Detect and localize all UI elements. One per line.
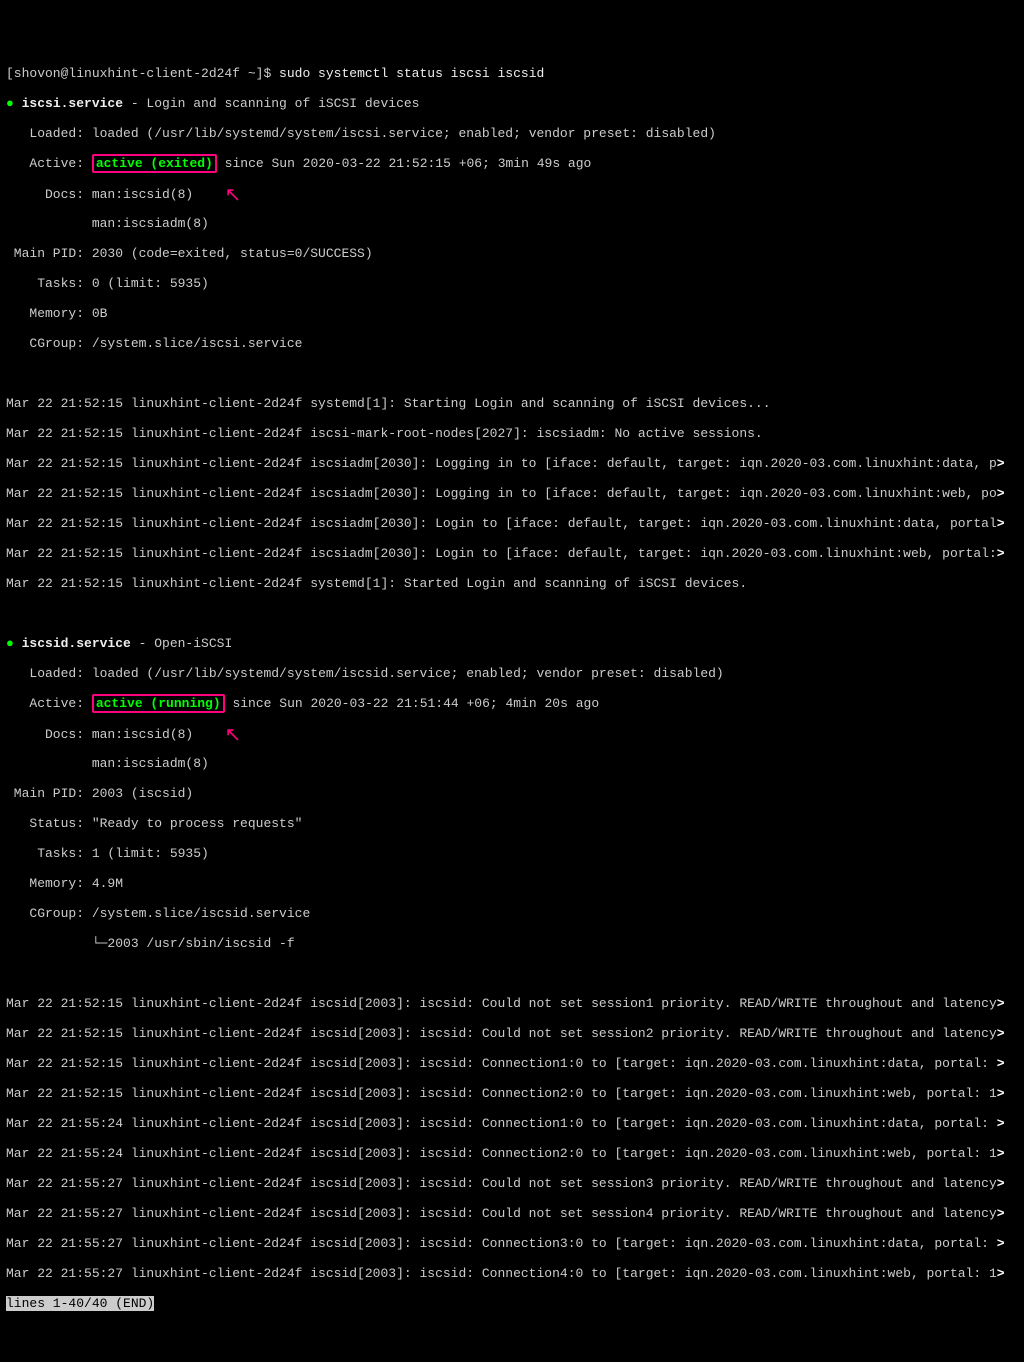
log-line: Mar 22 21:55:24 linuxhint-client-2d24f i… xyxy=(6,1146,1018,1161)
log-line: Mar 22 21:52:15 linuxhint-client-2d24f i… xyxy=(6,516,1018,531)
log-line: Mar 22 21:55:27 linuxhint-client-2d24f i… xyxy=(6,1176,1018,1191)
blank-line xyxy=(6,606,1018,621)
active-state-highlight: active (exited) xyxy=(92,154,217,173)
service-header: ● iscsid.service - Open-iSCSI xyxy=(6,636,1018,651)
continuation-icon: > xyxy=(997,1206,1005,1221)
log-line: Mar 22 21:52:15 linuxhint-client-2d24f i… xyxy=(6,426,1018,441)
continuation-icon: > xyxy=(997,1146,1005,1161)
docs-line: Docs: man:iscsid(8) ↖ xyxy=(6,726,1018,741)
docs-line2: man:iscsiadm(8) xyxy=(6,756,1018,771)
prompt-userhost: [shovon@linuxhint-client-2d24f ~]$ xyxy=(6,66,271,81)
continuation-icon: > xyxy=(997,1266,1005,1281)
log-line: Mar 22 21:52:15 linuxhint-client-2d24f i… xyxy=(6,1086,1018,1101)
log-line: Mar 22 21:55:27 linuxhint-client-2d24f i… xyxy=(6,1236,1018,1251)
continuation-icon: > xyxy=(997,546,1005,561)
mainpid-line: Main PID: 2030 (code=exited, status=0/SU… xyxy=(6,246,1018,261)
active-line: Active: active (exited) since Sun 2020-0… xyxy=(6,156,1018,171)
loaded-line: Loaded: loaded (/usr/lib/systemd/system/… xyxy=(6,666,1018,681)
arrow-icon: ↖ xyxy=(224,725,241,748)
log-line: Mar 22 21:52:15 linuxhint-client-2d24f i… xyxy=(6,996,1018,1011)
service-desc: - Login and scanning of iSCSI devices xyxy=(123,96,419,111)
cgroup-line: CGroup: /system.slice/iscsid.service xyxy=(6,906,1018,921)
continuation-icon: > xyxy=(997,456,1005,471)
log-line: Mar 22 21:52:15 linuxhint-client-2d24f i… xyxy=(6,1056,1018,1071)
active-state-highlight: active (running) xyxy=(92,694,225,713)
continuation-icon: > xyxy=(997,1236,1005,1251)
prompt-line: [shovon@linuxhint-client-2d24f ~]$ sudo … xyxy=(6,66,1018,81)
service-name: iscsi.service xyxy=(22,96,123,111)
cgroup-line: CGroup: /system.slice/iscsi.service xyxy=(6,336,1018,351)
docs-line2: man:iscsiadm(8) xyxy=(6,216,1018,231)
log-line: Mar 22 21:55:27 linuxhint-client-2d24f i… xyxy=(6,1206,1018,1221)
memory-line: Memory: 4.9M xyxy=(6,876,1018,891)
continuation-icon: > xyxy=(997,486,1005,501)
blank-line xyxy=(6,966,1018,981)
service-name: iscsid.service xyxy=(22,636,131,651)
arrow-icon: ↖ xyxy=(224,185,241,208)
cgroup-child-line: └─2003 /usr/sbin/iscsid -f xyxy=(6,936,1018,951)
log-line: Mar 22 21:52:15 linuxhint-client-2d24f i… xyxy=(6,1026,1018,1041)
continuation-icon: > xyxy=(997,1116,1005,1131)
continuation-icon: > xyxy=(997,1086,1005,1101)
service-desc: - Open-iSCSI xyxy=(131,636,232,651)
active-line: Active: active (running) since Sun 2020-… xyxy=(6,696,1018,711)
tasks-line: Tasks: 0 (limit: 5935) xyxy=(6,276,1018,291)
tasks-line: Tasks: 1 (limit: 5935) xyxy=(6,846,1018,861)
loaded-line: Loaded: loaded (/usr/lib/systemd/system/… xyxy=(6,126,1018,141)
log-line: Mar 22 21:52:15 linuxhint-client-2d24f i… xyxy=(6,546,1018,561)
service-header: ● iscsi.service - Login and scanning of … xyxy=(6,96,1018,111)
continuation-icon: > xyxy=(997,1176,1005,1191)
bullet-icon: ● xyxy=(6,636,22,651)
memory-line: Memory: 0B xyxy=(6,306,1018,321)
log-line: Mar 22 21:52:15 linuxhint-client-2d24f s… xyxy=(6,576,1018,591)
continuation-icon: > xyxy=(997,996,1005,1011)
status-line: Status: "Ready to process requests" xyxy=(6,816,1018,831)
log-line: Mar 22 21:55:27 linuxhint-client-2d24f i… xyxy=(6,1266,1018,1281)
pager-status[interactable]: lines 1-40/40 (END) xyxy=(6,1296,1018,1311)
continuation-icon: > xyxy=(997,516,1005,531)
continuation-icon: > xyxy=(997,1026,1005,1041)
blank-line xyxy=(6,366,1018,381)
log-line: Mar 22 21:52:15 linuxhint-client-2d24f i… xyxy=(6,486,1018,501)
mainpid-line: Main PID: 2003 (iscsid) xyxy=(6,786,1018,801)
docs-line: Docs: man:iscsid(8) ↖ xyxy=(6,186,1018,201)
log-line: Mar 22 21:52:15 linuxhint-client-2d24f i… xyxy=(6,456,1018,471)
log-line: Mar 22 21:52:15 linuxhint-client-2d24f s… xyxy=(6,396,1018,411)
continuation-icon: > xyxy=(997,1056,1005,1071)
prompt-command: sudo systemctl status iscsi iscsid xyxy=(271,66,544,81)
log-line: Mar 22 21:55:24 linuxhint-client-2d24f i… xyxy=(6,1116,1018,1131)
bullet-icon: ● xyxy=(6,96,22,111)
